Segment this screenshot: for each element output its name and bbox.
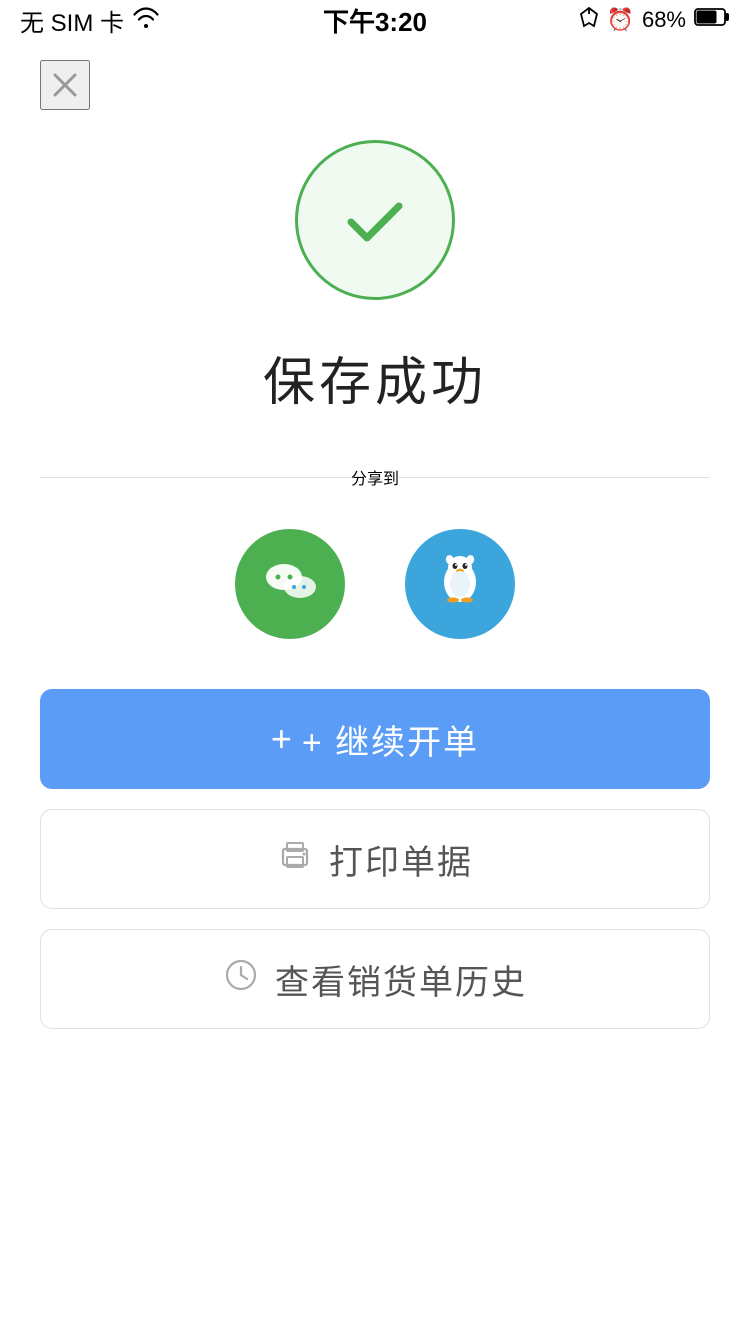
- status-left: 无 SIM 卡: [20, 3, 160, 38]
- wechat-icon: [258, 555, 323, 613]
- sim-label: 无 SIM 卡: [20, 3, 124, 38]
- wifi-icon: [132, 6, 160, 35]
- status-right: ⏰ 68%: [579, 6, 730, 34]
- status-bar: 无 SIM 卡 下午3:20 ⏰ 68%: [0, 0, 750, 40]
- continue-button[interactable]: + + 继续开单: [40, 689, 710, 789]
- success-icon-circle: [295, 140, 455, 300]
- battery-text: 68%: [642, 7, 686, 33]
- plus-icon: +: [271, 718, 294, 760]
- share-qq-button[interactable]: [405, 529, 515, 639]
- history-label: 查看销货单历史: [275, 955, 527, 1004]
- alarm-icon: ⏰: [607, 7, 634, 33]
- printer-icon: [277, 837, 313, 882]
- history-button[interactable]: 查看销货单历史: [40, 929, 710, 1029]
- success-title: 保存成功: [263, 340, 487, 415]
- status-time: 下午3:20: [323, 2, 427, 39]
- print-button[interactable]: 打印单据: [40, 809, 710, 909]
- close-button[interactable]: [40, 60, 90, 110]
- print-label: 打印单据: [329, 835, 473, 884]
- action-buttons: + + 继续开单 打印单据: [40, 689, 710, 1029]
- share-divider: 分享到: [40, 465, 710, 489]
- share-label: 分享到: [351, 465, 399, 489]
- main-content: 保存成功 分享到: [0, 40, 750, 1069]
- location-icon: [579, 6, 599, 34]
- qq-icon: [428, 552, 493, 617]
- share-icons: [40, 529, 710, 639]
- checkmark-icon: [335, 180, 415, 260]
- clock-icon: [223, 957, 259, 1002]
- share-wechat-button[interactable]: [235, 529, 345, 639]
- battery-icon: [694, 7, 730, 33]
- continue-label: + 继续开单: [302, 715, 479, 764]
- share-section: 分享到: [40, 465, 710, 639]
